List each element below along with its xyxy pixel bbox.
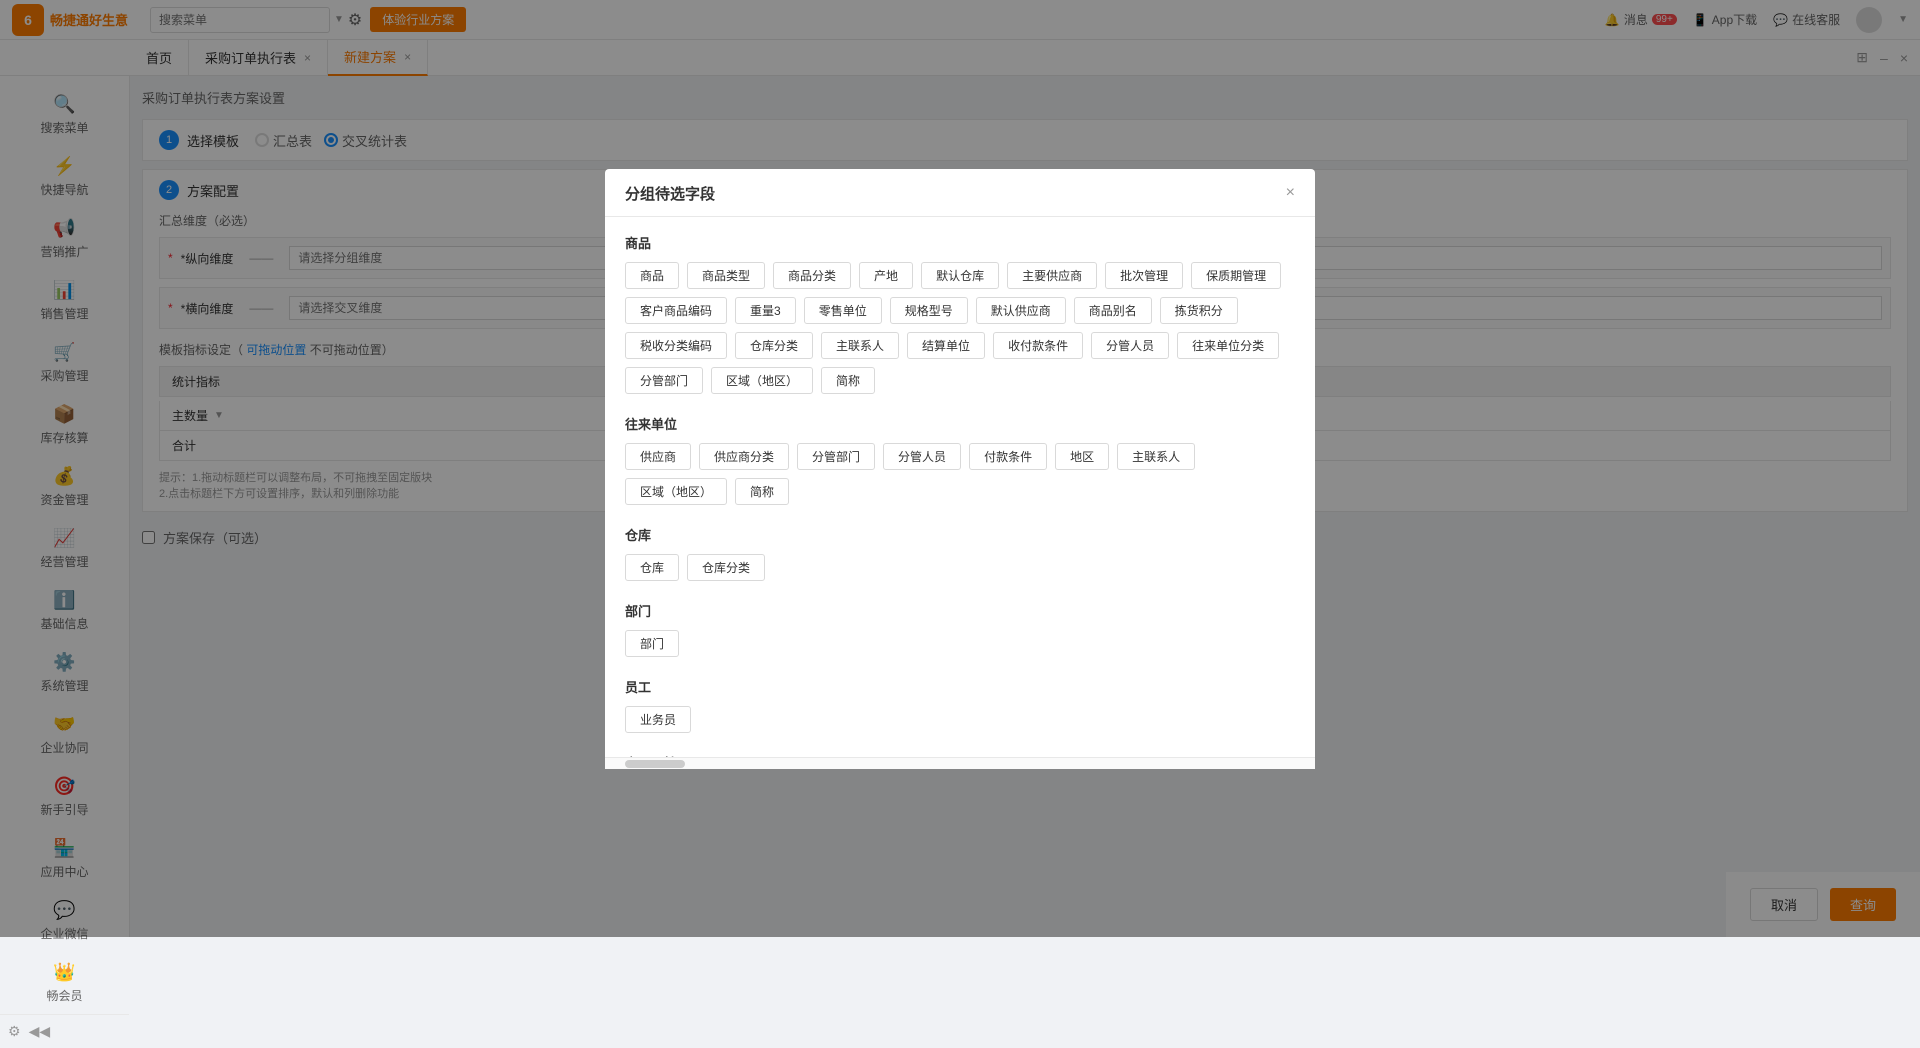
tag-partner-category[interactable]: 往来单位分类 [1177, 332, 1279, 359]
tag-pick-points[interactable]: 拣货积分 [1160, 297, 1238, 324]
sidebar-bottom-actions: ⚙ ◀◀ [0, 1014, 129, 1048]
modal-header: 分组待选字段 × [605, 169, 1315, 217]
tag-default-supplier[interactable]: 默认供应商 [976, 297, 1066, 324]
tag-spec-model[interactable]: 规格型号 [890, 297, 968, 324]
tag-expiry-mgmt[interactable]: 保质期管理 [1191, 262, 1281, 289]
tag-default-warehouse[interactable]: 默认仓库 [921, 262, 999, 289]
field-section-warehouse: 仓库 仓库 仓库分类 [625, 525, 1295, 581]
tag-batch-mgmt[interactable]: 批次管理 [1105, 262, 1183, 289]
field-select-modal: 分组待选字段 × 商品 商品 商品类型 商品分类 产地 默认仓库 主要供应商 批… [605, 169, 1315, 769]
tag-dept[interactable]: 部门 [625, 630, 679, 657]
tag-supervisor[interactable]: 分管人员 [1091, 332, 1169, 359]
dept-tags: 部门 [625, 630, 1295, 657]
section-title-staff: 员工 [625, 677, 1295, 696]
tag-weight3[interactable]: 重量3 [735, 297, 796, 324]
field-section-partner: 往来单位 供应商 供应商分类 分管部门 分管人员 付款条件 地区 主联系人 区域… [625, 414, 1295, 505]
tag-warehouse-category[interactable]: 仓库分类 [735, 332, 813, 359]
staff-tags: 业务员 [625, 706, 1295, 733]
tag-retail-unit[interactable]: 零售单位 [804, 297, 882, 324]
tag-contact-partner[interactable]: 主联系人 [1117, 443, 1195, 470]
tag-salesperson[interactable]: 业务员 [625, 706, 691, 733]
modal-body[interactable]: 商品 商品 商品类型 商品分类 产地 默认仓库 主要供应商 批次管理 保质期管理… [605, 217, 1315, 757]
tag-supplier-category[interactable]: 供应商分类 [699, 443, 789, 470]
tag-goods[interactable]: 商品 [625, 262, 679, 289]
sidebar-settings-btn[interactable]: ⚙ [8, 1023, 21, 1040]
partner-tags: 供应商 供应商分类 分管部门 分管人员 付款条件 地区 主联系人 区域（地区） … [625, 443, 1295, 505]
tag-goods-alias[interactable]: 商品别名 [1074, 297, 1152, 324]
tag-abbr-goods[interactable]: 简称 [821, 367, 875, 394]
tag-tax-code[interactable]: 税收分类编码 [625, 332, 727, 359]
modal-horizontal-scrollbar[interactable] [605, 757, 1315, 769]
modal-title: 分组待选字段 [625, 183, 715, 204]
tag-abbr-partner[interactable]: 简称 [735, 478, 789, 505]
tag-supervisor-partner[interactable]: 分管人员 [883, 443, 961, 470]
tag-goods-category[interactable]: 商品分类 [773, 262, 851, 289]
section-title-goods: 商品 [625, 233, 1295, 252]
tag-payment-terms[interactable]: 收付款条件 [993, 332, 1083, 359]
section-title-dept: 部门 [625, 601, 1295, 620]
field-section-staff: 员工 业务员 [625, 677, 1295, 733]
goods-tags: 商品 商品类型 商品分类 产地 默认仓库 主要供应商 批次管理 保质期管理 客户… [625, 262, 1295, 394]
tag-warehouse[interactable]: 仓库 [625, 554, 679, 581]
tag-customer-sku[interactable]: 客户商品编码 [625, 297, 727, 324]
tag-warehouse-cat[interactable]: 仓库分类 [687, 554, 765, 581]
tag-region-goods[interactable]: 区域（地区） [711, 367, 813, 394]
tag-origin[interactable]: 产地 [859, 262, 913, 289]
modal-close-button[interactable]: × [1286, 184, 1295, 202]
modal-overlay: 分组待选字段 × 商品 商品 商品类型 商品分类 产地 默认仓库 主要供应商 批… [0, 0, 1920, 937]
field-section-dept: 部门 部门 [625, 601, 1295, 657]
tag-region-partner[interactable]: 地区 [1055, 443, 1109, 470]
tag-main-contact[interactable]: 主联系人 [821, 332, 899, 359]
tag-settlement-unit[interactable]: 结算单位 [907, 332, 985, 359]
sidebar-item-member[interactable]: 👑 畅会员 [0, 952, 129, 1014]
tag-dept-in-charge[interactable]: 分管部门 [625, 367, 703, 394]
tag-area-partner[interactable]: 区域（地区） [625, 478, 727, 505]
hscroll-thumb [625, 760, 685, 768]
sidebar-collapse-btn[interactable]: ◀◀ [29, 1023, 51, 1040]
crown-icon: 👑 [53, 962, 75, 983]
tag-goods-type[interactable]: 商品类型 [687, 262, 765, 289]
field-section-goods: 商品 商品 商品类型 商品分类 产地 默认仓库 主要供应商 批次管理 保质期管理… [625, 233, 1295, 394]
section-title-warehouse: 仓库 [625, 525, 1295, 544]
tag-payment-partner[interactable]: 付款条件 [969, 443, 1047, 470]
tag-dept-partner[interactable]: 分管部门 [797, 443, 875, 470]
tag-main-supplier[interactable]: 主要供应商 [1007, 262, 1097, 289]
warehouse-tags: 仓库 仓库分类 [625, 554, 1295, 581]
tag-supplier[interactable]: 供应商 [625, 443, 691, 470]
section-title-partner: 往来单位 [625, 414, 1295, 433]
